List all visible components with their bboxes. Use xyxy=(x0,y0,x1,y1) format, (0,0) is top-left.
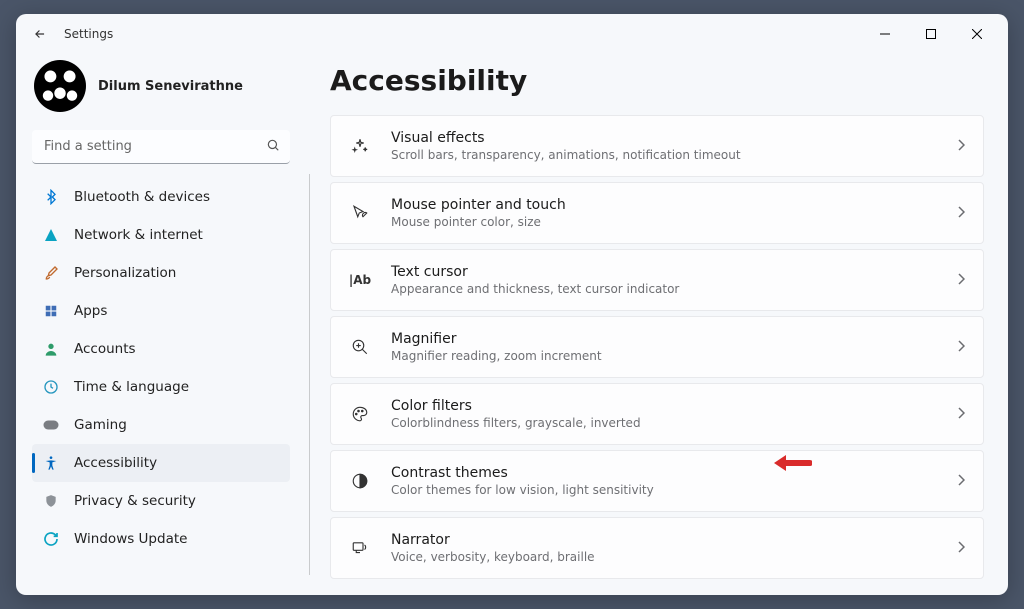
chevron-right-icon xyxy=(957,139,965,154)
back-button[interactable] xyxy=(24,18,56,50)
gamepad-icon xyxy=(42,416,60,434)
chevron-right-icon xyxy=(957,340,965,355)
settings-card-color-filters[interactable]: Color filters Colorblindness filters, gra… xyxy=(330,383,984,445)
update-icon xyxy=(42,530,60,548)
bluetooth-icon xyxy=(42,188,60,206)
search-input[interactable] xyxy=(32,130,290,164)
sidebar-item-label: Accounts xyxy=(74,341,136,357)
card-text: Text cursor Appearance and thickness, tex… xyxy=(391,264,937,296)
minimize-button[interactable] xyxy=(862,18,908,50)
sidebar-item-label: Personalization xyxy=(74,265,176,281)
narrator-icon xyxy=(349,539,371,557)
nav-list: Bluetooth & devices Network & internet Per… xyxy=(32,178,290,558)
card-text: Color filters Colorblindness filters, gra… xyxy=(391,398,937,430)
sidebar-item-accounts[interactable]: Accounts xyxy=(32,330,290,368)
shield-icon xyxy=(42,492,60,510)
user-name: Dilum Senevirathne xyxy=(98,79,243,94)
chevron-right-icon xyxy=(957,474,965,489)
palette-icon xyxy=(349,405,371,423)
card-title: Contrast themes xyxy=(391,465,937,481)
sidebar-item-windows-update[interactable]: Windows Update xyxy=(32,520,290,558)
sidebar-item-bluetooth-devices[interactable]: Bluetooth & devices xyxy=(32,178,290,216)
card-desc: Colorblindness filters, grayscale, inver… xyxy=(391,416,937,430)
sidebar-item-privacy-security[interactable]: Privacy & security xyxy=(32,482,290,520)
avatar xyxy=(34,60,86,112)
chevron-right-icon xyxy=(957,541,965,556)
cursor-icon xyxy=(349,204,371,222)
settings-card-narrator[interactable]: Narrator Voice, verbosity, keyboard, brai… xyxy=(330,517,984,579)
window-controls xyxy=(862,18,1000,50)
sidebar-item-personalization[interactable]: Personalization xyxy=(32,254,290,292)
settings-card-magnifier[interactable]: Magnifier Magnifier reading, zoom increme… xyxy=(330,316,984,378)
apps-icon xyxy=(42,302,60,320)
accessibility-icon xyxy=(42,454,60,472)
sidebar-item-label: Network & internet xyxy=(74,227,203,243)
settings-card-mouse-pointer-and-touch[interactable]: Mouse pointer and touch Mouse pointer col… xyxy=(330,182,984,244)
card-title: Mouse pointer and touch xyxy=(391,197,937,213)
search-box xyxy=(32,130,290,164)
card-text: Magnifier Magnifier reading, zoom increme… xyxy=(391,331,937,363)
sidebar-item-label: Apps xyxy=(74,303,107,319)
user-profile[interactable]: Dilum Senevirathne xyxy=(32,54,290,130)
text-cursor-icon: |Ab xyxy=(349,273,371,287)
search-icon xyxy=(266,138,280,156)
brush-icon xyxy=(42,264,60,282)
sidebar-item-accessibility[interactable]: Accessibility xyxy=(32,444,290,482)
card-title: Color filters xyxy=(391,398,937,414)
settings-card-list: Visual effects Scroll bars, transparency,… xyxy=(330,115,984,579)
settings-card-visual-effects[interactable]: Visual effects Scroll bars, transparency,… xyxy=(330,115,984,177)
sidebar-item-label: Privacy & security xyxy=(74,493,196,509)
sidebar-item-apps[interactable]: Apps xyxy=(32,292,290,330)
card-title: Narrator xyxy=(391,532,937,548)
main-panel: Accessibility Visual effects Scroll bars,… xyxy=(306,54,1008,595)
wifi-icon xyxy=(42,226,60,244)
settings-card-contrast-themes[interactable]: Contrast themes Color themes for low visi… xyxy=(330,450,984,512)
sidebar-item-label: Windows Update xyxy=(74,531,187,547)
chevron-right-icon xyxy=(957,206,965,221)
sidebar-item-label: Bluetooth & devices xyxy=(74,189,210,205)
card-text: Mouse pointer and touch Mouse pointer col… xyxy=(391,197,937,229)
window-title: Settings xyxy=(64,27,113,41)
sidebar-item-time-language[interactable]: Time & language xyxy=(32,368,290,406)
page-title: Accessibility xyxy=(330,64,984,97)
settings-card-text-cursor[interactable]: |Ab Text cursor Appearance and thickness, … xyxy=(330,249,984,311)
card-desc: Scroll bars, transparency, animations, n… xyxy=(391,148,937,162)
card-text: Contrast themes Color themes for low visi… xyxy=(391,465,937,497)
maximize-button[interactable] xyxy=(908,18,954,50)
card-title: Magnifier xyxy=(391,331,937,347)
card-title: Visual effects xyxy=(391,130,937,146)
settings-window: Settings Dilum Senevirathne Bluetooth & … xyxy=(16,14,1008,595)
card-title: Text cursor xyxy=(391,264,937,280)
sidebar-item-network-internet[interactable]: Network & internet xyxy=(32,216,290,254)
sparkle-icon xyxy=(349,137,371,155)
magnifier-icon xyxy=(349,338,371,356)
scrollbar-track[interactable] xyxy=(309,174,310,575)
contrast-icon xyxy=(349,472,371,490)
sidebar-item-label: Time & language xyxy=(74,379,189,395)
card-desc: Voice, verbosity, keyboard, braille xyxy=(391,550,937,564)
content-area: Dilum Senevirathne Bluetooth & devices Ne… xyxy=(16,54,1008,595)
chevron-right-icon xyxy=(957,273,965,288)
chevron-right-icon xyxy=(957,407,965,422)
clock-icon xyxy=(42,378,60,396)
close-button[interactable] xyxy=(954,18,1000,50)
card-desc: Color themes for low vision, light sensi… xyxy=(391,483,937,497)
card-text: Visual effects Scroll bars, transparency,… xyxy=(391,130,937,162)
sidebar-item-gaming[interactable]: Gaming xyxy=(32,406,290,444)
sidebar-item-label: Gaming xyxy=(74,417,127,433)
titlebar: Settings xyxy=(16,14,1008,54)
sidebar: Dilum Senevirathne Bluetooth & devices Ne… xyxy=(16,54,306,595)
card-desc: Appearance and thickness, text cursor in… xyxy=(391,282,937,296)
card-text: Narrator Voice, verbosity, keyboard, brai… xyxy=(391,532,937,564)
card-desc: Mouse pointer color, size xyxy=(391,215,937,229)
person-icon xyxy=(42,340,60,358)
card-desc: Magnifier reading, zoom increment xyxy=(391,349,937,363)
sidebar-item-label: Accessibility xyxy=(74,455,157,471)
